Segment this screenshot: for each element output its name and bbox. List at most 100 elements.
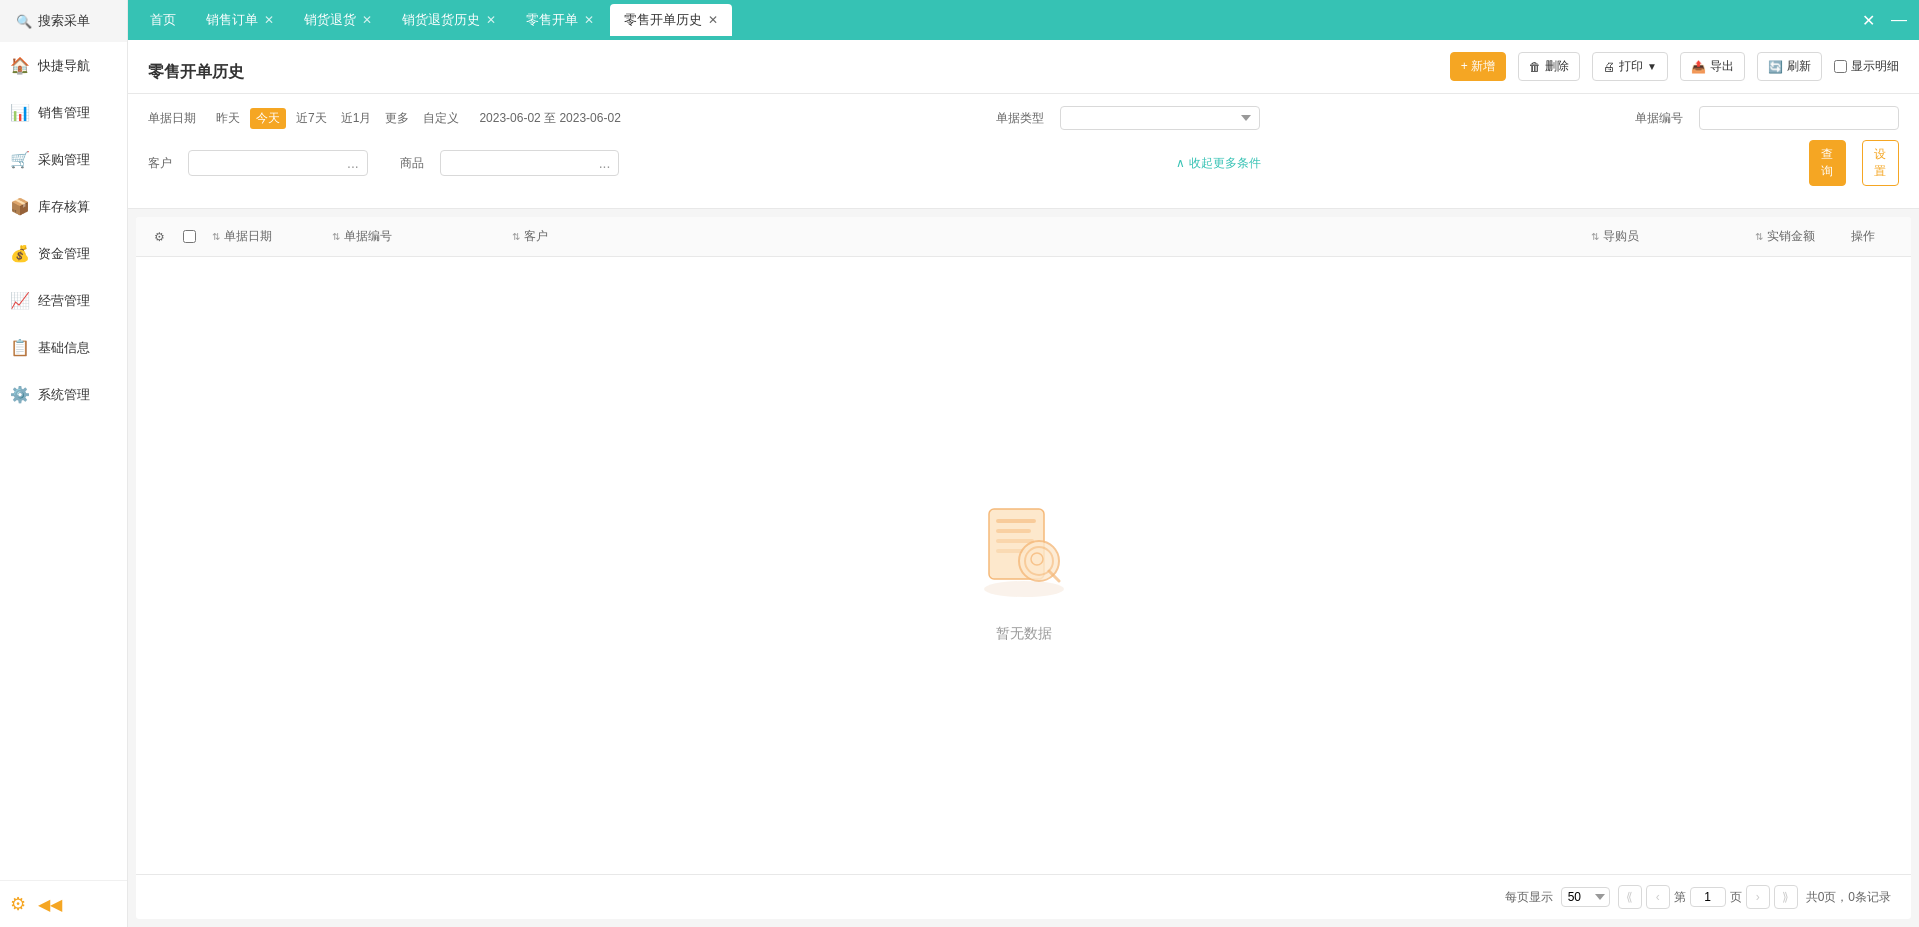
empty-illustration [964,489,1084,609]
tab-bar-right: ✕ — [1858,7,1911,34]
add-button[interactable]: + 新增 [1450,52,1506,81]
tab-home[interactable]: 首页 [136,4,190,36]
col-action: 操作 [1823,228,1903,245]
doc-type-label: 单据类型 [996,110,1044,127]
col-checkbox [174,230,204,243]
col-amount: ⇅ 实销金额 [1703,228,1823,245]
inventory-icon: 📦 [10,197,30,216]
last-page-btn[interactable]: ⟫ [1774,885,1798,909]
goods-input[interactable] [449,156,599,170]
delete-button[interactable]: 🗑 删除 [1518,52,1580,81]
per-page-select[interactable]: 50 100 200 [1561,887,1610,907]
sidebar-search-label: 搜索采单 [38,12,90,30]
export-button[interactable]: 📤 导出 [1680,52,1745,81]
first-page-btn[interactable]: ⟪ [1618,885,1642,909]
tab-retail-open[interactable]: 零售开单 ✕ [512,4,608,36]
tab-retail-open-history-close[interactable]: ✕ [708,13,718,27]
select-all-checkbox[interactable] [183,230,196,243]
tab-home-label: 首页 [150,11,176,29]
collapse-sidebar-icon[interactable]: ◀◀ [38,895,62,914]
date-option-yesterday[interactable]: 昨天 [212,108,244,129]
sidebar: 🔍 搜索采单 🏠 快捷导航 📊 销售管理 🛒 采购管理 📦 库存核算 💰 资金管… [0,0,128,927]
system-icon: ⚙️ [10,385,30,404]
tab-sales-order-close[interactable]: ✕ [264,13,274,27]
display-detail-checkbox[interactable]: 显示明细 [1834,58,1899,75]
sidebar-item-label: 资金管理 [38,245,90,263]
sidebar-item-label: 系统管理 [38,386,90,404]
tab-bar-minimize-icon[interactable]: — [1887,7,1911,34]
settings-bottom-icon[interactable]: ⚙ [10,893,26,915]
date-option-last7[interactable]: 近7天 [292,108,331,129]
empty-state: 暂无数据 [964,489,1084,643]
chevron-up-icon: ∧ [1176,156,1185,170]
doc-sn-label: 单据编号 [1635,110,1683,127]
date-range-display: 2023-06-02 至 2023-06-02 [479,110,620,127]
table-settings-icon[interactable]: ⚙ [154,230,165,244]
date-option-last-month[interactable]: 近1月 [337,108,376,129]
refresh-button[interactable]: 🔄 刷新 [1757,52,1822,81]
sidebar-item-inventory[interactable]: 📦 库存核算 [0,183,127,230]
finance-icon: 💰 [10,244,30,263]
filter-area: 单据日期 昨天 今天 近7天 近1月 更多 自定义 2023-06-02 至 2… [128,94,1919,209]
sidebar-item-operations[interactable]: 📈 经营管理 [0,277,127,324]
sidebar-item-label: 采购管理 [38,151,90,169]
sidebar-item-label: 库存核算 [38,198,90,216]
tab-sales-return-history[interactable]: 销货退货历史 ✕ [388,4,510,36]
date-option-today[interactable]: 今天 [250,108,286,129]
sort-amount-icon[interactable]: ⇅ [1755,231,1763,242]
goods-dots[interactable]: ... [599,155,611,171]
sidebar-item-label: 销售管理 [38,104,90,122]
sales-icon: 📊 [10,103,30,122]
collapse-filter-btn[interactable]: ∧ 收起更多条件 [1176,155,1261,172]
col-settings[interactable]: ⚙ [144,230,174,244]
display-detail-input[interactable] [1834,60,1847,73]
col-amount-label: 实销金额 [1767,228,1815,245]
sidebar-item-quick-nav[interactable]: 🏠 快捷导航 [0,42,127,89]
sidebar-item-basic-info[interactable]: 📋 基础信息 [0,324,127,371]
doc-type-select[interactable] [1060,106,1260,130]
sort-sn-icon[interactable]: ⇅ [332,231,340,242]
tab-sales-return[interactable]: 销货退货 ✕ [290,4,386,36]
add-button-label: + 新增 [1461,58,1495,75]
goods-label: 商品 [400,155,424,172]
table-body: 暂无数据 [136,257,1911,874]
print-icon: 🖨 [1603,60,1615,74]
svg-rect-4 [996,539,1034,543]
sort-date-icon[interactable]: ⇅ [212,231,220,242]
tab-sales-order[interactable]: 销售订单 ✕ [192,4,288,36]
customer-dots[interactable]: ... [347,155,359,171]
sidebar-item-sales-mgmt[interactable]: 📊 销售管理 [0,89,127,136]
empty-text: 暂无数据 [996,625,1052,643]
tab-bar-close-icon[interactable]: ✕ [1858,7,1879,34]
doc-sn-input[interactable] [1699,106,1899,130]
tab-sales-return-label: 销货退货 [304,11,356,29]
sidebar-search[interactable]: 🔍 搜索采单 [0,0,127,42]
sidebar-item-finance[interactable]: 💰 资金管理 [0,230,127,277]
filter-row-1: 单据日期 昨天 今天 近7天 近1月 更多 自定义 2023-06-02 至 2… [148,106,1899,130]
svg-rect-2 [996,519,1036,523]
content-area: 零售开单历史 + 新增 🗑 删除 🖨 打印 ▼ 📤 导出 [128,40,1919,927]
col-guide: ⇅ 导购员 [1583,228,1703,245]
settings-button[interactable]: 设置 [1862,140,1899,186]
sort-guide-icon[interactable]: ⇅ [1591,231,1599,242]
tab-sales-return-history-close[interactable]: ✕ [486,13,496,27]
customer-input[interactable] [197,156,347,170]
prev-page-btn[interactable]: ‹ [1646,885,1670,909]
tab-sales-return-history-label: 销货退货历史 [402,11,480,29]
query-button[interactable]: 查询 [1809,140,1846,186]
sidebar-item-label: 经营管理 [38,292,90,310]
date-option-more[interactable]: 更多 [381,108,413,129]
tab-retail-open-history[interactable]: 零售开单历史 ✕ [610,4,732,36]
tab-retail-open-close[interactable]: ✕ [584,13,594,27]
date-option-custom[interactable]: 自定义 [419,108,463,129]
page-input[interactable] [1690,887,1726,907]
sidebar-bottom: ⚙ ◀◀ [0,880,127,927]
print-button[interactable]: 🖨 打印 ▼ [1592,52,1668,81]
refresh-button-label: 刷新 [1787,58,1811,75]
col-sn-label: 单据编号 [344,228,392,245]
next-page-btn[interactable]: › [1746,885,1770,909]
tab-sales-return-close[interactable]: ✕ [362,13,372,27]
sidebar-item-purchase-mgmt[interactable]: 🛒 采购管理 [0,136,127,183]
sort-customer-icon[interactable]: ⇅ [512,231,520,242]
sidebar-item-system-mgmt[interactable]: ⚙️ 系统管理 [0,371,127,418]
